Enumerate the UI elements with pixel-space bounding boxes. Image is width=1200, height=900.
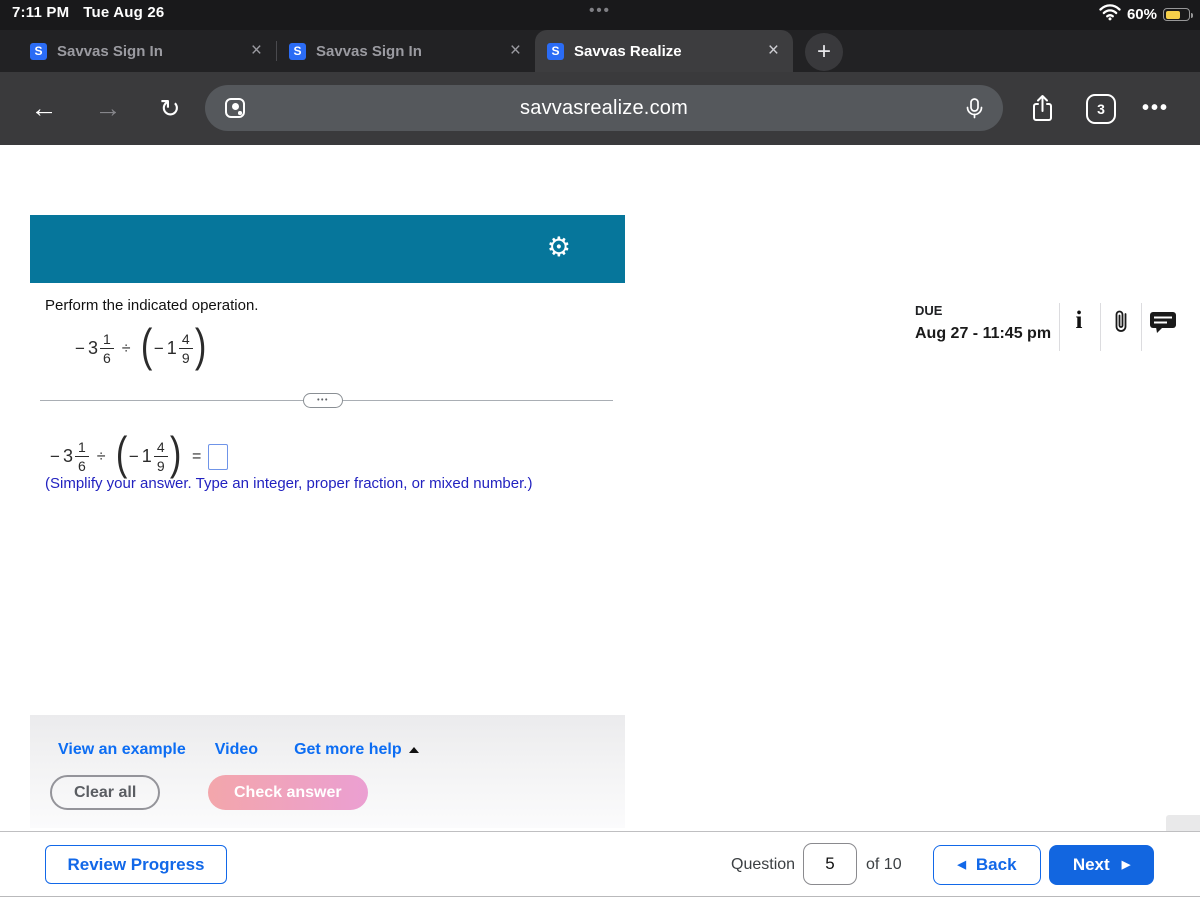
whole-number: 1 [141, 446, 152, 467]
tab-count: 3 [1097, 101, 1105, 117]
mic-icon[interactable] [962, 96, 987, 126]
tab-savvas-realize-active[interactable]: S Savvas Realize × [535, 30, 793, 72]
video-link[interactable]: Video [215, 741, 258, 759]
due-label: DUE [915, 303, 943, 318]
back-label: Back [975, 855, 1017, 874]
caret-up-icon [408, 747, 419, 753]
back-question-button[interactable]: ◀ Back [933, 845, 1041, 885]
answer-equation: − 3 16 ÷ ( − 1 49 ) = [50, 427, 229, 480]
minus-sign: − [50, 446, 60, 466]
scrollbar-track[interactable] [1166, 815, 1200, 831]
divide-sign: ÷ [96, 447, 106, 465]
info-icon[interactable]: i [1069, 307, 1089, 335]
paperclip-icon[interactable] [1110, 307, 1133, 342]
address-bar[interactable]: savvasrealize.com [205, 85, 1003, 131]
back-triangle-icon: ◀ [957, 858, 966, 871]
question-footer: View an example Video Get more help Clea… [30, 715, 625, 828]
question-number-input[interactable] [803, 843, 857, 885]
tab-title: Savvas Sign In [57, 42, 163, 60]
next-question-button[interactable]: Next ▶ [1049, 845, 1154, 885]
savvas-favicon-icon: S [30, 42, 47, 60]
close-tab-icon[interactable]: × [251, 40, 262, 62]
left-paren: ( [140, 319, 152, 371]
tab-title: Savvas Sign In [316, 42, 422, 60]
problem-instruction: Perform the indicated operation. [45, 297, 259, 314]
header-divider [1141, 303, 1142, 351]
wifi-icon [1099, 4, 1121, 25]
tabs-overview-button[interactable]: 3 [1086, 94, 1116, 124]
header-divider [1059, 303, 1060, 351]
equals-sign: = [191, 447, 202, 465]
multitask-dots-icon[interactable]: ••• [0, 2, 1200, 19]
clear-all-button[interactable]: Clear all [50, 775, 161, 810]
savvas-favicon-icon: S [289, 42, 306, 60]
share-icon[interactable] [1022, 72, 1062, 145]
whole-number: 3 [87, 338, 98, 359]
right-paren: ) [194, 319, 207, 371]
url-text: savvasrealize.com [520, 96, 688, 119]
due-date: Aug 27 - 11:45 pm [915, 325, 1052, 342]
next-triangle-icon: ▶ [1121, 858, 1131, 871]
close-tab-icon[interactable]: × [768, 40, 779, 62]
header-divider [1100, 303, 1101, 351]
get-more-help-link[interactable]: Get more help [294, 741, 402, 759]
expander-handle[interactable]: ••• [303, 393, 343, 408]
safari-window: 7:11 PM Tue Aug 26 ••• 60% S Savvas Sign … [0, 0, 1200, 900]
comment-icon[interactable] [1148, 310, 1178, 341]
question-total: of 10 [866, 856, 902, 873]
tab-title: Savvas Realize [574, 42, 682, 60]
whole-number: 1 [166, 338, 177, 359]
question-toolbar: ⚙ [30, 215, 625, 283]
fraction: 16 [74, 439, 89, 474]
forward-button[interactable]: → [88, 72, 128, 145]
section-divider: ••• [40, 393, 613, 408]
new-tab-button[interactable]: + [805, 33, 843, 71]
review-progress-button[interactable]: Review Progress [45, 845, 227, 884]
fraction: 16 [99, 331, 114, 366]
answer-input[interactable] [208, 443, 229, 470]
close-tab-icon[interactable]: × [510, 40, 521, 62]
tab-savvas-sign-in-1[interactable]: S Savvas Sign In × [18, 30, 276, 72]
minus-sign: − [153, 338, 164, 358]
tab-savvas-sign-in-2[interactable]: S Savvas Sign In × [277, 30, 535, 72]
right-paren: ) [169, 427, 182, 479]
minus-sign: − [128, 446, 139, 466]
more-menu-icon[interactable]: ••• [1142, 72, 1169, 145]
screen-bottom-divider [0, 896, 1200, 898]
gear-icon[interactable]: ⚙ [547, 234, 571, 261]
question-label: Question [731, 856, 796, 873]
status-bar: 7:11 PM Tue Aug 26 ••• 60% [0, 0, 1200, 30]
battery-percent: 60% [1126, 6, 1157, 23]
reload-button[interactable]: ↻ [150, 72, 190, 145]
view-example-link[interactable]: View an example [58, 741, 186, 759]
minus-sign: − [75, 338, 85, 358]
tab-bar: S Savvas Sign In × S Savvas Sign In × S … [0, 30, 1200, 72]
simplify-note: (Simplify your answer. Type an integer, … [45, 475, 533, 492]
back-button[interactable]: ← [24, 72, 64, 145]
battery-icon [1163, 8, 1193, 21]
bottom-bar-divider [0, 831, 1200, 833]
left-paren: ( [115, 427, 127, 479]
next-label: Next [1072, 855, 1110, 874]
whole-number: 3 [62, 446, 73, 467]
check-answer-button[interactable]: Check answer [208, 775, 368, 810]
assignment-header: Period 05 (Colegia) 1-4: MathXL for Scho… [0, 145, 1200, 351]
fraction: 49 [178, 331, 193, 366]
divide-sign: ÷ [121, 339, 131, 357]
question-panel: ⚙ Perform the indicated operation. − 3 1… [30, 215, 625, 828]
browser-toolbar: ← → ↻ savvasrealize.com 3 ••• [0, 72, 1200, 145]
fraction: 49 [153, 439, 168, 474]
problem-expression: − 3 16 ÷ ( − 1 49 ) [75, 319, 208, 372]
savvas-favicon-icon: S [547, 42, 564, 60]
